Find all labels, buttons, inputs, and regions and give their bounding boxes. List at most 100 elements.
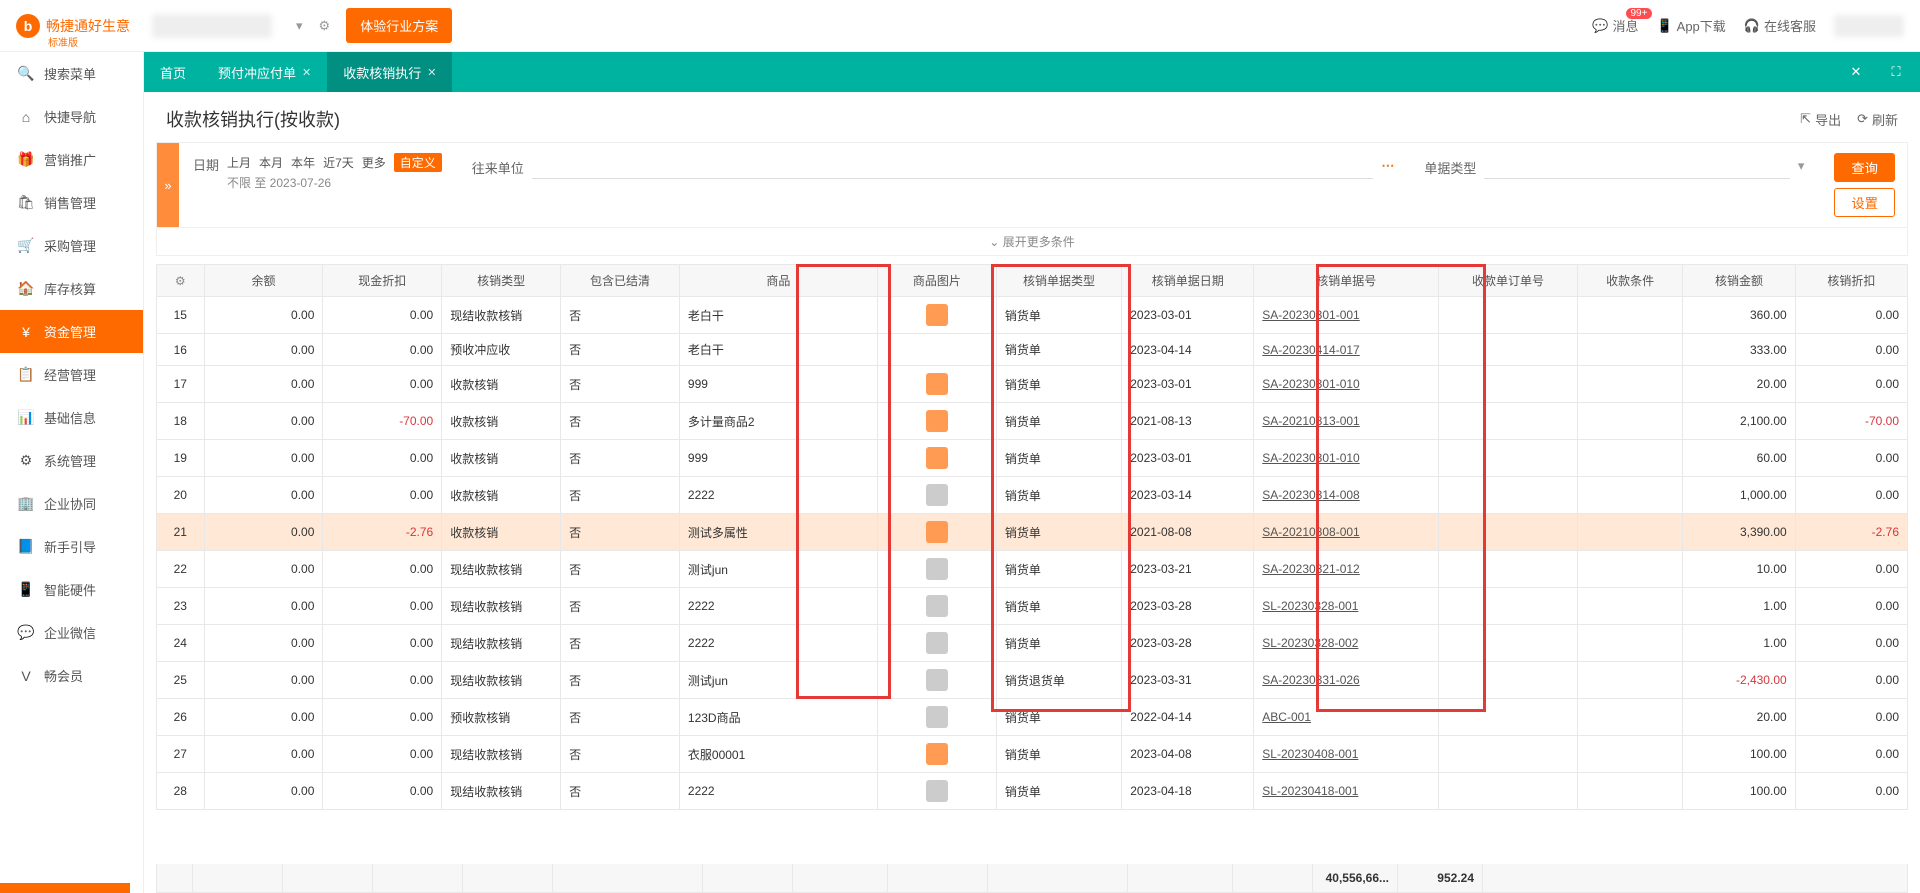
date-opt[interactable]: 本年 (291, 154, 315, 171)
cell-cash-discount: 0.00 (323, 366, 442, 403)
filter-area: » 日期 上月本月本年近7天更多自定义 不限 至 2023-07-26 往来单位… (156, 142, 1908, 256)
column-settings-icon[interactable]: ⚙ (157, 265, 205, 297)
cell-doc-date: 2023-03-31 (1122, 662, 1254, 699)
tab-0[interactable]: 首页 (144, 52, 202, 92)
sidebar-item-11[interactable]: 📘新手引导 (0, 525, 143, 568)
try-industry-button[interactable]: 体验行业方案 (346, 8, 452, 43)
sidebar-item-3[interactable]: 🛍销售管理 (0, 181, 143, 224)
sidebar-item-7[interactable]: 📋经营管理 (0, 353, 143, 396)
doc-link[interactable]: SL-20230328-001 (1262, 599, 1358, 613)
expand-filters-button[interactable]: ⌄ 展开更多条件 (157, 227, 1907, 255)
customer-service-link[interactable]: 🎧 在线客服 (1744, 16, 1816, 35)
tab-close-icon[interactable]: ✕ (427, 66, 436, 79)
column-header[interactable]: 核销金额 (1683, 265, 1795, 297)
app-download-link[interactable]: 📱 App下载 (1656, 16, 1725, 35)
messages-link[interactable]: 💬 消息 99+ (1592, 16, 1638, 35)
table-row[interactable]: 190.000.00收款核销否999销货单2023-03-01SA-202303… (157, 440, 1908, 477)
party-input[interactable] (532, 153, 1374, 179)
doc-link[interactable]: SA-20230301-010 (1262, 451, 1359, 465)
refresh-icon: ⟳ (1857, 111, 1868, 127)
column-header[interactable]: 收款条件 (1577, 265, 1683, 297)
table-row[interactable]: 180.00-70.00收款核销否多计量商品2销货单2021-08-13SA-2… (157, 403, 1908, 440)
table-row[interactable]: 250.000.00现结收款核销否测试jun销货退货单2023-03-31SA-… (157, 662, 1908, 699)
sidebar-item-14[interactable]: V畅会员 (0, 654, 143, 697)
column-header[interactable]: 商品图片 (877, 265, 996, 297)
table-row[interactable]: 270.000.00现结收款核销否衣服00001销货单2023-04-08SL-… (157, 736, 1908, 773)
date-opt[interactable]: 本月 (259, 154, 283, 171)
table-row[interactable]: 240.000.00现结收款核销否2222销货单2023-03-28SL-202… (157, 625, 1908, 662)
doc-link[interactable]: SA-20210808-001 (1262, 525, 1359, 539)
org-dropdown-icon[interactable]: ▾ (296, 18, 303, 34)
table-row[interactable]: 220.000.00现结收款核销否测试jun销货单2023-03-21SA-20… (157, 551, 1908, 588)
sidebar-item-2[interactable]: 🎁营销推广 (0, 138, 143, 181)
table-row[interactable]: 160.000.00预收冲应收否老白干销货单2023-04-14SA-20230… (157, 334, 1908, 366)
sidebar-item-4[interactable]: 🛒采购管理 (0, 224, 143, 267)
date-opt[interactable]: 上月 (227, 154, 251, 171)
table-row[interactable]: 230.000.00现结收款核销否2222销货单2023-03-28SL-202… (157, 588, 1908, 625)
column-header[interactable]: 商品 (679, 265, 877, 297)
search-button[interactable]: 查询 (1834, 153, 1895, 182)
column-header[interactable]: 收款单订单号 (1439, 265, 1578, 297)
doc-link[interactable]: SA-20230301-001 (1262, 308, 1359, 322)
column-header[interactable]: 核销折扣 (1795, 265, 1907, 297)
cell-cash-discount: 0.00 (323, 334, 442, 366)
org-selector[interactable] (152, 14, 272, 38)
column-header[interactable]: 核销类型 (442, 265, 561, 297)
cell-settled: 否 (561, 366, 680, 403)
doc-link[interactable]: SA-20230331-026 (1262, 673, 1359, 687)
sidebar-item-0[interactable]: 🔍搜索菜单 (0, 52, 143, 95)
column-header[interactable]: 核销单据类型 (996, 265, 1121, 297)
doc-link[interactable]: SA-20230314-008 (1262, 488, 1359, 502)
tab-close-icon[interactable]: ✕ (302, 66, 311, 79)
fullscreen-icon[interactable]: ⛶ (1880, 56, 1912, 88)
table-row[interactable]: 210.00-2.76收款核销否测试多属性销货单2021-08-08SA-202… (157, 514, 1908, 551)
date-opt[interactable]: 近7天 (323, 154, 354, 171)
doc-link[interactable]: ABC-001 (1262, 710, 1311, 724)
doctype-input[interactable] (1484, 153, 1789, 179)
table-row[interactable]: 200.000.00收款核销否2222销货单2023-03-14SA-20230… (157, 477, 1908, 514)
refresh-button[interactable]: ⟳刷新 (1857, 110, 1898, 129)
party-picker-icon[interactable]: ⋯ (1381, 158, 1394, 174)
table-row[interactable]: 170.000.00收款核销否999销货单2023-03-01SA-202303… (157, 366, 1908, 403)
doc-link[interactable]: SA-20230321-012 (1262, 562, 1359, 576)
user-avatar[interactable] (1834, 15, 1904, 37)
tab-1[interactable]: 预付冲应付单✕ (202, 52, 327, 92)
cell-cash-discount: 0.00 (323, 699, 442, 736)
party-label: 往来单位 (472, 156, 524, 177)
sidebar-item-1[interactable]: ⌂快捷导航 (0, 95, 143, 138)
filter-collapse-handle[interactable]: » (157, 143, 179, 227)
column-header[interactable]: 包含已结清 (561, 265, 680, 297)
doc-link[interactable]: SA-20230414-017 (1262, 343, 1359, 357)
column-header[interactable]: 核销单据号 (1254, 265, 1439, 297)
table-row[interactable]: 150.000.00现结收款核销否老白干销货单2023-03-01SA-2023… (157, 297, 1908, 334)
table-row[interactable]: 280.000.00现结收款核销否2222销货单2023-04-18SL-202… (157, 773, 1908, 810)
table-wrap[interactable]: ⚙余额现金折扣核销类型包含已结清商品商品图片核销单据类型核销单据日期核销单据号收… (156, 264, 1908, 864)
doctype-dropdown-icon[interactable]: ▾ (1798, 158, 1805, 174)
doc-link[interactable]: SL-20230328-002 (1262, 636, 1358, 650)
sidebar-item-13[interactable]: 💬企业微信 (0, 611, 143, 654)
doc-link[interactable]: SL-20230408-001 (1262, 747, 1358, 761)
date-custom-button[interactable]: 自定义 (394, 153, 442, 172)
column-header[interactable]: 余额 (204, 265, 323, 297)
settings-icon[interactable]: ⚙ (319, 18, 331, 34)
sidebar-item-10[interactable]: 🏢企业协同 (0, 482, 143, 525)
sidebar-item-5[interactable]: 🏠库存核算 (0, 267, 143, 310)
close-all-tabs-icon[interactable]: ✕ (1840, 56, 1872, 88)
cell-balance: 0.00 (204, 551, 323, 588)
doc-link[interactable]: SL-20230418-001 (1262, 784, 1358, 798)
table-row[interactable]: 260.000.00预收款核销否123D商品销货单2022-04-14ABC-0… (157, 699, 1908, 736)
sidebar-item-9[interactable]: ⚙系统管理 (0, 439, 143, 482)
tab-2[interactable]: 收款核销执行✕ (327, 52, 452, 92)
sidebar-icon: 📱 (18, 582, 34, 598)
filter-settings-button[interactable]: 设置 (1834, 188, 1895, 217)
column-header[interactable]: 现金折扣 (323, 265, 442, 297)
doc-link[interactable]: SA-20230301-010 (1262, 377, 1359, 391)
cell-order-no (1439, 625, 1578, 662)
sidebar-item-12[interactable]: 📱智能硬件 (0, 568, 143, 611)
sidebar-item-6[interactable]: ¥资金管理 (0, 310, 143, 353)
column-header[interactable]: 核销单据日期 (1122, 265, 1254, 297)
date-opt[interactable]: 更多 (362, 154, 386, 171)
export-button[interactable]: ⇱导出 (1800, 110, 1841, 129)
doc-link[interactable]: SA-20210813-001 (1262, 414, 1359, 428)
sidebar-item-8[interactable]: 📊基础信息 (0, 396, 143, 439)
